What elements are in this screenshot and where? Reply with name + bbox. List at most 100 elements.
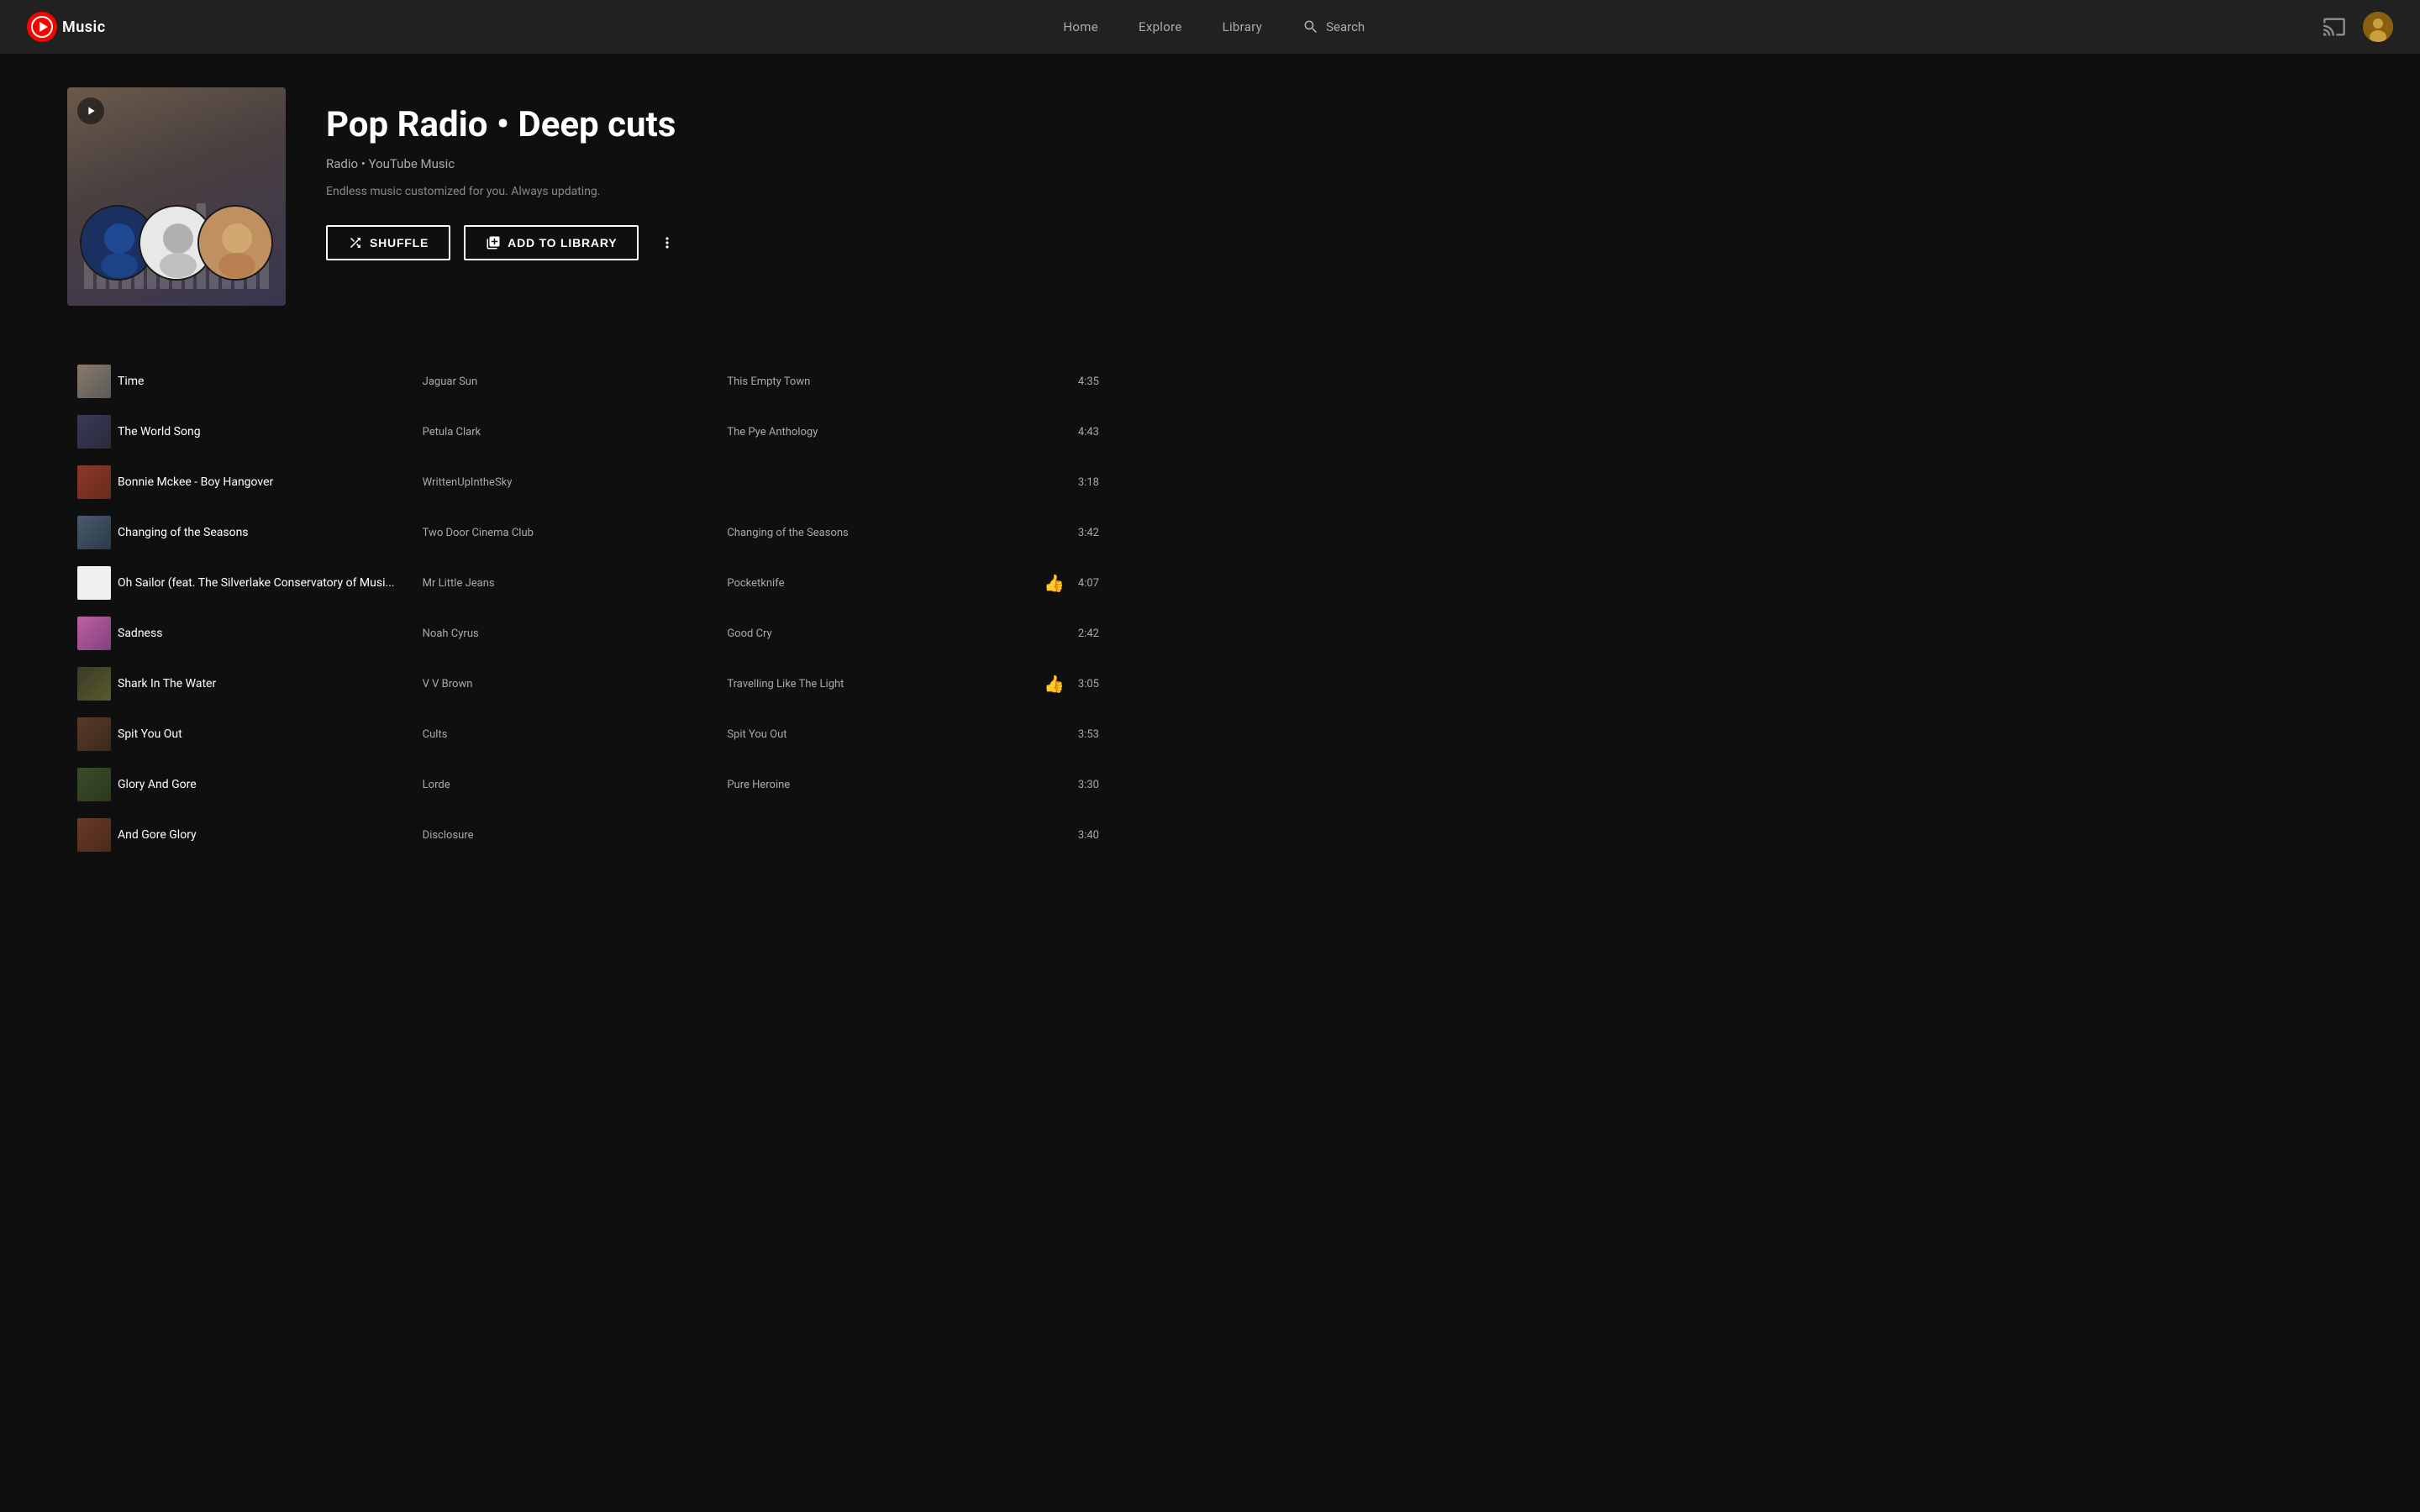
- track-meta: 3:40: [1032, 829, 1099, 842]
- artist-circle-3: [197, 205, 273, 281]
- track-artist: Lorde: [423, 779, 728, 791]
- track-artist: Two Door Cinema Club: [423, 527, 728, 539]
- track-name: Glory And Gore: [118, 778, 423, 791]
- more-icon: [659, 234, 676, 251]
- nav-library[interactable]: Library: [1223, 19, 1263, 34]
- track-name: Shark In The Water: [118, 677, 423, 690]
- track-album: This Empty Town: [727, 375, 1032, 388]
- track-thumbnail: [77, 818, 111, 852]
- track-row[interactable]: And Gore Glory Disclosure 3:40: [67, 810, 1109, 860]
- track-artist: Cults: [423, 728, 728, 741]
- main-nav: Home Explore Library Search: [1063, 18, 1365, 35]
- track-artist: Petula Clark: [423, 426, 728, 438]
- youtube-music-logo[interactable]: [27, 12, 57, 42]
- track-row[interactable]: Time Jaguar Sun This Empty Town 4:35: [67, 356, 1109, 407]
- shuffle-label: SHUFFLE: [370, 236, 429, 249]
- track-album: Good Cry: [727, 627, 1032, 640]
- header: Music Home Explore Library Search: [0, 0, 2420, 54]
- track-album: Changing of the Seasons: [727, 527, 1032, 539]
- hero-info: Pop Radio • Deep cuts Radio • YouTube Mu…: [326, 87, 1109, 260]
- track-album: Pure Heroine: [727, 779, 1032, 791]
- track-meta: 4:43: [1032, 426, 1099, 438]
- hero-section: Pop Radio • Deep cuts Radio • YouTube Mu…: [67, 87, 1109, 306]
- track-row[interactable]: Changing of the Seasons Two Door Cinema …: [67, 507, 1109, 558]
- track-duration: 4:43: [1078, 426, 1099, 438]
- track-artist: WrittenUpIntheSky: [423, 476, 728, 489]
- track-duration: 3:42: [1078, 527, 1099, 539]
- track-duration: 3:05: [1078, 678, 1099, 690]
- header-right: [2323, 12, 2393, 42]
- logo-area: Music: [27, 12, 106, 42]
- more-options-button[interactable]: [652, 228, 682, 258]
- play-icon: [84, 104, 97, 118]
- track-album: Spit You Out: [727, 728, 1032, 741]
- track-duration: 4:07: [1078, 577, 1099, 590]
- track-thumbnail: [77, 717, 111, 751]
- track-row[interactable]: The World Song Petula Clark The Pye Anth…: [67, 407, 1109, 457]
- track-thumbnail: [77, 768, 111, 801]
- track-duration: 3:53: [1078, 728, 1099, 741]
- track-meta: 👍 3:05: [1032, 674, 1099, 694]
- playlist-title: Pop Radio • Deep cuts: [326, 104, 1109, 146]
- track-album: The Pye Anthology: [727, 426, 1032, 438]
- play-button[interactable]: [77, 97, 104, 124]
- track-row[interactable]: Spit You Out Cults Spit You Out 3:53: [67, 709, 1109, 759]
- track-meta: 3:53: [1032, 728, 1099, 741]
- add-to-library-button[interactable]: ADD TO LIBRARY: [464, 225, 639, 260]
- track-meta: 3:30: [1032, 779, 1099, 791]
- artist-circles: [80, 205, 273, 281]
- liked-icon: 👍: [1044, 674, 1065, 694]
- search-label: Search: [1326, 19, 1365, 34]
- track-name: Oh Sailor (feat. The Silverlake Conserva…: [118, 576, 423, 590]
- add-library-icon: [486, 235, 501, 250]
- track-name: Changing of the Seasons: [118, 526, 423, 539]
- search-area[interactable]: Search: [1302, 18, 1365, 35]
- track-name: Time: [118, 375, 423, 388]
- track-name: The World Song: [118, 425, 423, 438]
- track-row[interactable]: Oh Sailor (feat. The Silverlake Conserva…: [67, 558, 1109, 608]
- track-artist: V V Brown: [423, 678, 728, 690]
- track-name: Sadness: [118, 627, 423, 640]
- cast-icon[interactable]: [2323, 15, 2346, 39]
- track-row[interactable]: Shark In The Water V V Brown Travelling …: [67, 659, 1109, 709]
- track-thumbnail: [77, 365, 111, 398]
- playlist-artwork: [67, 87, 286, 306]
- track-duration: 3:40: [1078, 829, 1099, 842]
- track-duration: 4:35: [1078, 375, 1099, 388]
- track-meta: 3:42: [1032, 527, 1099, 539]
- search-icon: [1302, 18, 1319, 35]
- track-name: Bonnie Mckee - Boy Hangover: [118, 475, 423, 489]
- track-meta: 👍 4:07: [1032, 573, 1099, 593]
- track-thumbnail: [77, 415, 111, 449]
- track-thumbnail: [77, 667, 111, 701]
- track-row[interactable]: Sadness Noah Cyrus Good Cry 2:42: [67, 608, 1109, 659]
- logo-text: Music: [62, 18, 106, 36]
- liked-icon: 👍: [1044, 573, 1065, 593]
- track-name: Spit You Out: [118, 727, 423, 741]
- main-content: Pop Radio • Deep cuts Radio • YouTube Mu…: [0, 54, 1176, 894]
- track-album: Pocketknife: [727, 577, 1032, 590]
- track-thumbnail: [77, 617, 111, 650]
- track-meta: 4:35: [1032, 375, 1099, 388]
- user-avatar[interactable]: [2363, 12, 2393, 42]
- track-thumbnail: [77, 516, 111, 549]
- track-artist: Noah Cyrus: [423, 627, 728, 640]
- track-artist: Mr Little Jeans: [423, 577, 728, 590]
- track-duration: 2:42: [1078, 627, 1099, 640]
- nav-home[interactable]: Home: [1063, 19, 1098, 34]
- track-artist: Disclosure: [423, 829, 728, 842]
- track-thumbnail: [77, 465, 111, 499]
- track-row[interactable]: Bonnie Mckee - Boy Hangover WrittenUpInt…: [67, 457, 1109, 507]
- track-meta: 2:42: [1032, 627, 1099, 640]
- track-duration: 3:30: [1078, 779, 1099, 791]
- track-list: Time Jaguar Sun This Empty Town 4:35 The…: [67, 356, 1109, 860]
- nav-explore[interactable]: Explore: [1139, 19, 1182, 34]
- playlist-description: Endless music customized for you. Always…: [326, 185, 1109, 198]
- track-meta: 3:18: [1032, 476, 1099, 489]
- track-artist: Jaguar Sun: [423, 375, 728, 388]
- shuffle-button[interactable]: SHUFFLE: [326, 225, 450, 260]
- track-name: And Gore Glory: [118, 828, 423, 842]
- track-row[interactable]: Glory And Gore Lorde Pure Heroine 3:30: [67, 759, 1109, 810]
- track-album: Travelling Like The Light: [727, 678, 1032, 690]
- shuffle-icon: [348, 235, 363, 250]
